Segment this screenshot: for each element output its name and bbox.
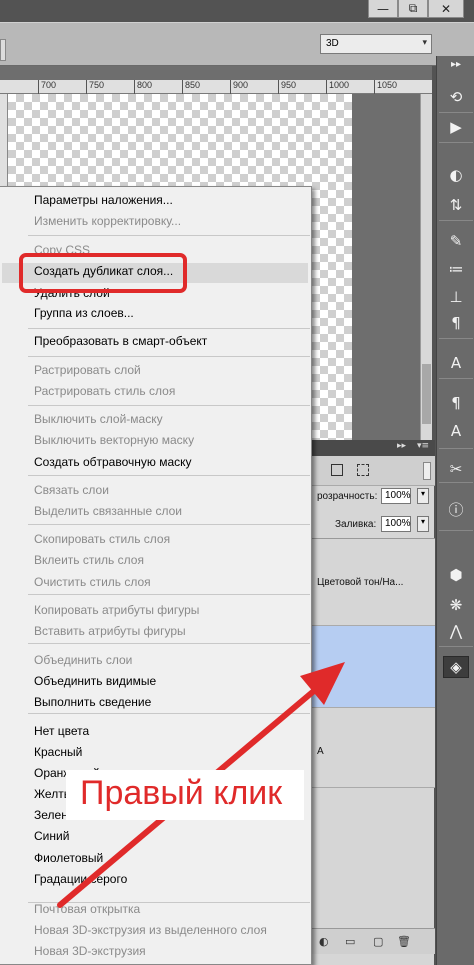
annotation-arrow: [57, 662, 345, 908]
callout-text: Правый клик: [80, 774, 283, 812]
